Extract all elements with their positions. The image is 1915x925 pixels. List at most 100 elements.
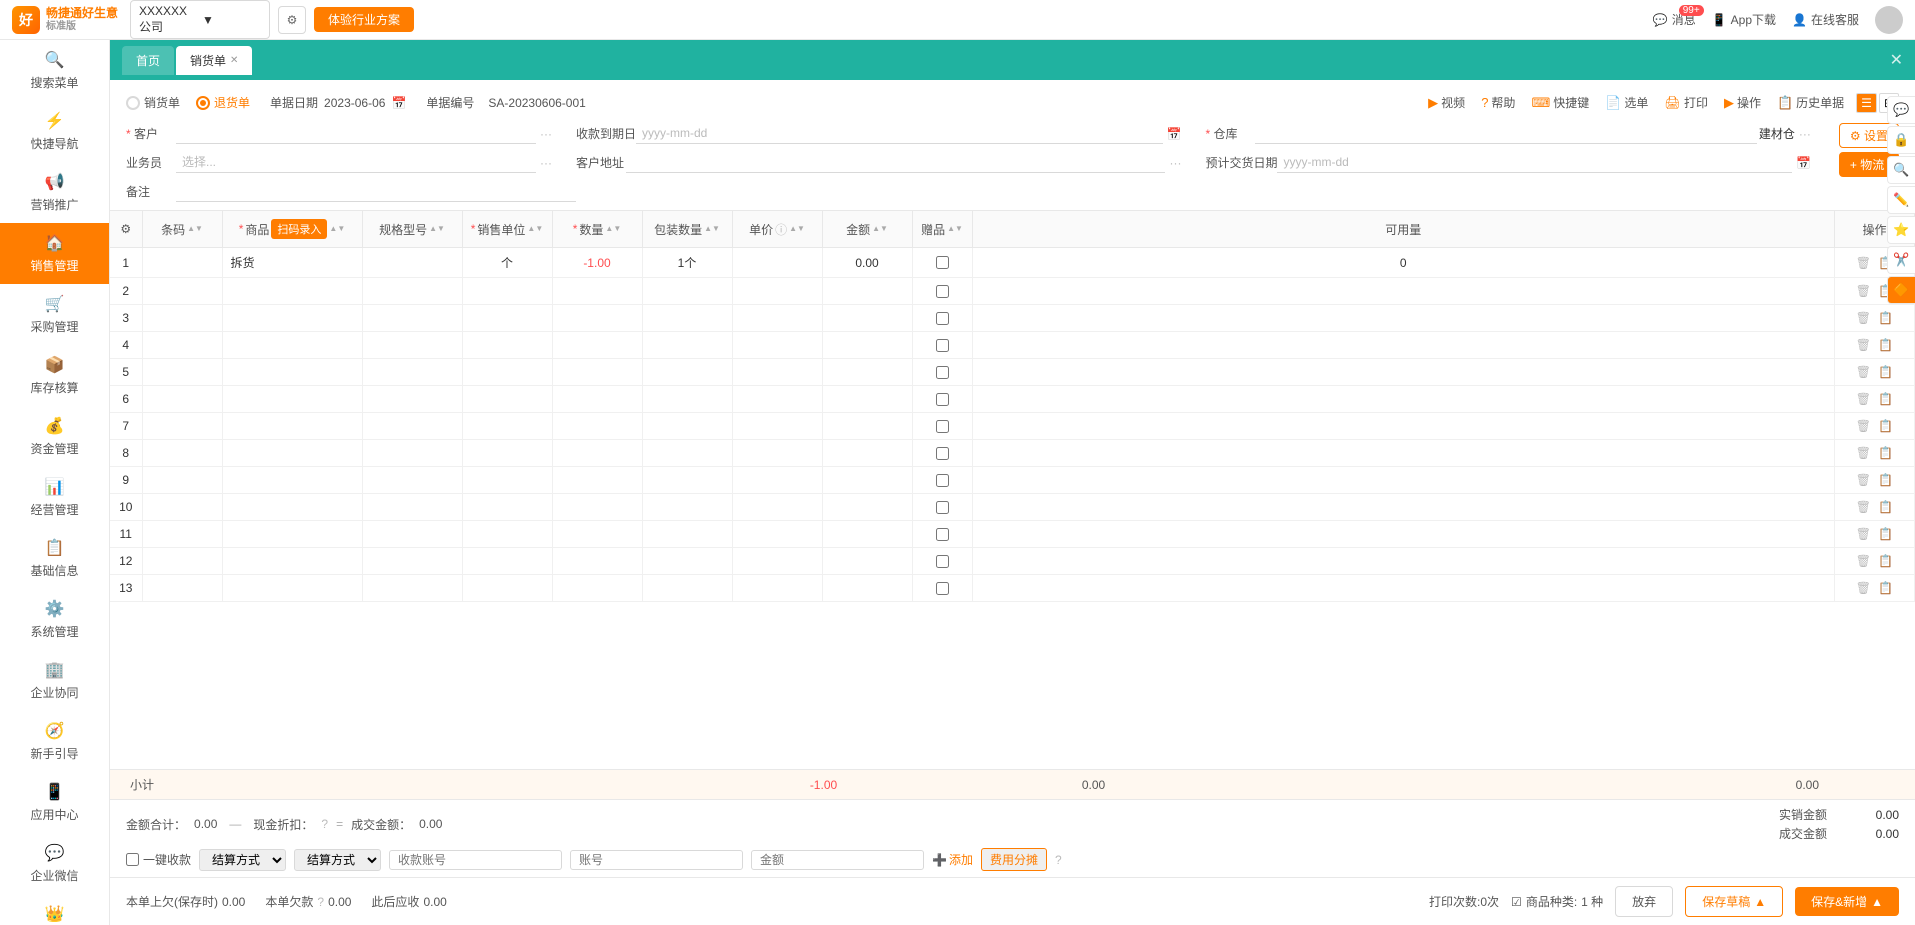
row-spec[interactable] <box>362 548 462 575</box>
copy-icon[interactable]: 📋 <box>1878 527 1893 541</box>
row-qty[interactable] <box>552 440 642 467</box>
app-download-button[interactable]: 📱 App下载 <box>1712 11 1776 28</box>
th-pack-sort[interactable]: ▲▼ <box>704 225 720 233</box>
barcode-input[interactable] <box>149 527 216 541</box>
sidebar-item-wechat[interactable]: 💬 企业微信 <box>0 833 109 894</box>
print-button[interactable]: 🖨 打印 <box>1660 92 1712 113</box>
account-no-input[interactable] <box>570 850 743 870</box>
gift-checkbox[interactable] <box>936 474 949 487</box>
copy-icon[interactable]: 📋 <box>1878 311 1893 325</box>
row-product[interactable] <box>222 548 362 575</box>
delete-icon[interactable]: 🗑 <box>1856 311 1871 325</box>
delete-icon[interactable]: 🗑 <box>1856 500 1871 514</box>
sidebar-item-guide[interactable]: 🧭 新手引导 <box>0 711 109 772</box>
row-gift[interactable] <box>912 413 972 440</box>
salesperson-dots[interactable]: ··· <box>536 156 556 170</box>
avatar[interactable] <box>1875 6 1903 34</box>
scan-button[interactable]: 扫码录入 <box>271 219 327 239</box>
row-gift[interactable] <box>912 248 972 278</box>
copy-icon[interactable]: 📋 <box>1878 419 1893 433</box>
gift-checkbox[interactable] <box>936 501 949 514</box>
row-gift[interactable] <box>912 575 972 602</box>
row-price[interactable] <box>732 305 822 332</box>
save-new-button[interactable]: 保存&新增 ▲ <box>1795 887 1899 916</box>
row-spec[interactable] <box>362 575 462 602</box>
row-barcode[interactable] <box>142 440 222 467</box>
barcode-input[interactable] <box>149 419 216 433</box>
rst-edit[interactable]: ✏️ <box>1887 186 1915 214</box>
gift-checkbox[interactable] <box>936 447 949 460</box>
gift-checkbox[interactable] <box>936 366 949 379</box>
row-gift[interactable] <box>912 278 972 305</box>
row-gift[interactable] <box>912 440 972 467</box>
row-gift[interactable] <box>912 494 972 521</box>
row-barcode[interactable] <box>142 494 222 521</box>
help-button[interactable]: ? 帮助 <box>1477 92 1519 113</box>
row-product[interactable] <box>222 305 362 332</box>
rst-scissors[interactable]: ✂️ <box>1887 246 1915 274</box>
tab-sales-order[interactable]: 销货单 ✕ <box>176 46 252 75</box>
customer-input[interactable] <box>176 123 536 144</box>
delete-icon[interactable]: 🗑 <box>1856 338 1871 352</box>
th-product-sort[interactable]: ▲▼ <box>329 225 345 233</box>
row-qty[interactable] <box>552 575 642 602</box>
th-spec-sort[interactable]: ▲▼ <box>429 225 445 233</box>
payment-calendar-icon[interactable]: 📅 <box>1163 127 1186 141</box>
row-price[interactable] <box>732 440 822 467</box>
view-table-icon[interactable]: ☰ <box>1856 93 1877 113</box>
copy-icon[interactable]: 📋 <box>1878 500 1893 514</box>
delete-icon[interactable]: 🗑 <box>1856 554 1871 568</box>
row-spec[interactable] <box>362 413 462 440</box>
sidebar-item-apps[interactable]: 📱 应用中心 <box>0 772 109 833</box>
sidebar-item-inventory[interactable]: 📦 库存核算 <box>0 345 109 406</box>
company-selector[interactable]: XXXXXX公司 ▼ <box>130 0 270 39</box>
th-qty-sort[interactable]: ▲▼ <box>605 225 621 233</box>
copy-icon[interactable]: 📋 <box>1878 554 1893 568</box>
barcode-input[interactable] <box>149 311 216 325</box>
cash-discount-help[interactable]: ? <box>321 817 328 831</box>
customer-addr-dots[interactable]: ··· <box>1165 156 1185 170</box>
delete-icon[interactable]: 🗑 <box>1856 473 1871 487</box>
row-product[interactable] <box>222 332 362 359</box>
warehouse-dots[interactable]: ··· <box>1795 127 1815 141</box>
gift-checkbox[interactable] <box>936 393 949 406</box>
sidebar-item-marketing[interactable]: 📢 营销推广 <box>0 162 109 223</box>
row-barcode[interactable] <box>142 305 222 332</box>
delete-icon[interactable]: 🗑 <box>1856 581 1871 595</box>
delete-icon[interactable]: 🗑 <box>1856 527 1871 541</box>
row-qty[interactable] <box>552 494 642 521</box>
row-gift[interactable] <box>912 305 972 332</box>
sidebar-item-member[interactable]: 👑 畅会员 <box>0 894 109 925</box>
row-price[interactable] <box>732 359 822 386</box>
row-barcode[interactable] <box>142 548 222 575</box>
row-product[interactable] <box>222 521 362 548</box>
row-price[interactable] <box>732 548 822 575</box>
row-gift[interactable] <box>912 332 972 359</box>
row-spec[interactable] <box>362 305 462 332</box>
customer-dots[interactable]: ··· <box>536 127 556 141</box>
expense-help-icon[interactable]: ? <box>1055 853 1062 867</box>
row-qty[interactable] <box>552 386 642 413</box>
one-click-payment-checkbox[interactable]: 一键收款 <box>126 851 191 868</box>
sidebar-item-quicknav[interactable]: ⚡ 快捷导航 <box>0 101 109 162</box>
gift-checkbox[interactable] <box>936 339 949 352</box>
settings-icon[interactable]: ⚙ <box>278 6 306 34</box>
row-gift[interactable] <box>912 467 972 494</box>
row-price[interactable] <box>732 248 822 278</box>
row-product[interactable] <box>222 575 362 602</box>
row-product[interactable] <box>222 440 362 467</box>
th-barcode-sort[interactable]: ▲▼ <box>187 225 203 233</box>
shortcut-button[interactable]: ⌨ 快捷键 <box>1527 92 1593 113</box>
row-qty[interactable] <box>552 467 642 494</box>
sidebar-item-search[interactable]: 🔍 搜索菜单 <box>0 40 109 101</box>
row-price[interactable] <box>732 413 822 440</box>
expense-button[interactable]: 费用分摊 <box>981 848 1047 871</box>
one-click-checkbox[interactable] <box>126 853 139 866</box>
video-button[interactable]: ▶ 视频 <box>1424 92 1469 113</box>
row-gift[interactable] <box>912 548 972 575</box>
account-input[interactable] <box>389 850 562 870</box>
row-product[interactable] <box>222 386 362 413</box>
barcode-input[interactable] <box>149 554 216 568</box>
try-button[interactable]: 体验行业方案 <box>314 7 414 32</box>
barcode-input[interactable] <box>149 256 216 270</box>
